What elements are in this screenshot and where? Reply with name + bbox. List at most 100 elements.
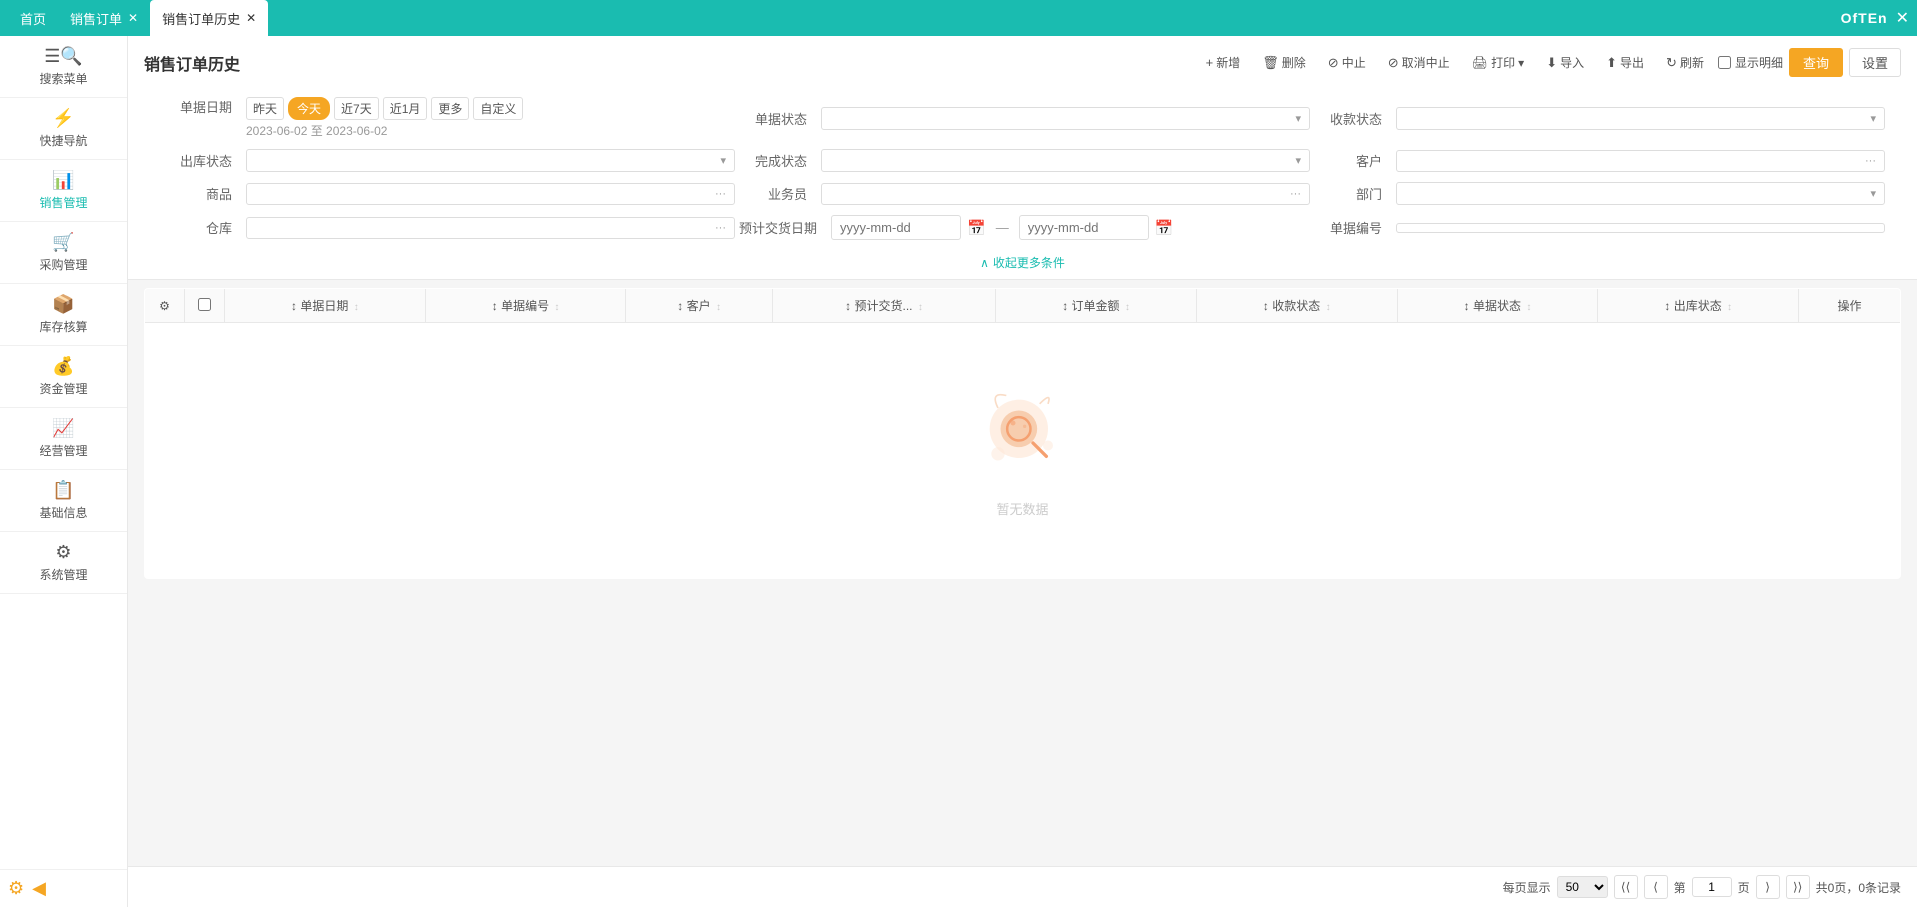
data-table: ⚙ ↕ 单据日期 ↕ ↕ 单据编号 ↕ ↕ 客户 ↕ ↕ 预计交货... ↕ ↕… bbox=[144, 288, 1901, 579]
last-page-button[interactable]: ⟩⟩ bbox=[1786, 875, 1810, 899]
tab-sales-order[interactable]: 销售订单 ✕ bbox=[58, 0, 150, 36]
sidebar-item-fund-mgmt[interactable]: 💰 资金管理 bbox=[0, 346, 127, 408]
empty-state-icon bbox=[973, 383, 1073, 483]
print-icon: 🖨 bbox=[1472, 55, 1489, 71]
sidebar-item-quick-nav-label: 快捷导航 bbox=[39, 132, 87, 149]
settings-button[interactable]: 设置 bbox=[1849, 48, 1901, 77]
purchase-mgmt-icon: 🛒 bbox=[52, 232, 74, 253]
order-status-select[interactable]: ▾ bbox=[821, 107, 1310, 130]
export-button[interactable]: ⬆ 导出 bbox=[1598, 50, 1652, 75]
calendar-from-icon[interactable]: 📅 bbox=[967, 219, 986, 237]
expected-delivery-from[interactable] bbox=[831, 215, 961, 240]
new-button[interactable]: + 新增 bbox=[1198, 50, 1249, 75]
date-btn-1month[interactable]: 近1月 bbox=[383, 97, 428, 120]
filter-area: 单据日期 昨天 今天 近7天 近1月 更多 自定义 2023-06-02 至 2… bbox=[144, 89, 1901, 279]
tab-home[interactable]: 销售订单历史 首页 bbox=[8, 0, 58, 36]
tab-sales-order-history[interactable]: 销售订单历史 ✕ bbox=[150, 0, 268, 36]
ops-mgmt-icon: 📈 bbox=[52, 418, 74, 439]
customer-select[interactable]: ··· bbox=[1396, 150, 1885, 172]
cancel-stop-button[interactable]: ⊘ 取消中止 bbox=[1380, 50, 1458, 75]
sidebar-item-inventory-check[interactable]: 📦 库存核算 bbox=[0, 284, 127, 346]
current-page-input[interactable] bbox=[1692, 877, 1732, 897]
th-order-no[interactable]: ↕ 单据编号 ↕ bbox=[425, 289, 626, 323]
top-bar: 销售订单历史 首页 销售订单 ✕ 销售订单历史 ✕ OfTEn ✕ bbox=[0, 0, 1917, 36]
next-page-button[interactable]: ⟩ bbox=[1756, 875, 1780, 899]
select-all-checkbox[interactable] bbox=[198, 298, 211, 311]
pay-status-select[interactable]: ▾ bbox=[1396, 107, 1885, 130]
delete-button[interactable]: 🗑 删除 bbox=[1254, 50, 1314, 75]
goods-dots-icon: ··· bbox=[715, 188, 726, 200]
customer-dots-icon: ··· bbox=[1865, 155, 1876, 167]
calendar-to-icon[interactable]: 📅 bbox=[1155, 219, 1174, 237]
close-window-button[interactable]: ✕ bbox=[1896, 8, 1909, 28]
sidebar-item-sales-mgmt[interactable]: 📊 销售管理 bbox=[0, 160, 127, 222]
salesperson-label: 业务员 bbox=[735, 184, 815, 203]
date-filter-control: 昨天 今天 近7天 近1月 更多 自定义 2023-06-02 至 2023-0… bbox=[246, 97, 523, 139]
complete-status-label: 完成状态 bbox=[735, 151, 815, 170]
sidebar-item-ops-mgmt[interactable]: 📈 经营管理 bbox=[0, 408, 127, 470]
search-menu-icon: ☰🔍 bbox=[44, 46, 83, 67]
close-tab-sales-order[interactable]: ✕ bbox=[128, 11, 138, 25]
main-layout: ☰🔍 搜索菜单 ⚡ 快捷导航 📊 销售管理 🛒 采购管理 📦 库存核算 💰 资金… bbox=[0, 36, 1917, 907]
query-button[interactable]: 查询 bbox=[1789, 48, 1843, 77]
date-btn-custom[interactable]: 自定义 bbox=[473, 97, 523, 120]
warehouse-dots-icon: ··· bbox=[715, 222, 726, 234]
display-detail-checkbox-label[interactable]: 显示明细 bbox=[1718, 54, 1783, 71]
dept-arrow-icon: ▾ bbox=[1870, 187, 1876, 200]
date-btn-today[interactable]: 今天 bbox=[288, 97, 330, 120]
th-order-status[interactable]: ↕ 单据状态 ↕ bbox=[1397, 289, 1598, 323]
first-page-button[interactable]: ⟨⟨ bbox=[1614, 875, 1638, 899]
prev-page-button[interactable]: ⟨ bbox=[1644, 875, 1668, 899]
sidebar-bottom: ⚙ ◀ bbox=[0, 869, 127, 907]
th-order-amount[interactable]: ↕ 订单金额 ↕ bbox=[996, 289, 1197, 323]
salesperson-select[interactable]: ··· bbox=[821, 183, 1310, 205]
sidebar-settings-icon[interactable]: ⚙ bbox=[8, 878, 24, 899]
sidebar-item-basic-info[interactable]: 📋 基础信息 bbox=[0, 470, 127, 532]
salesperson-dots-icon: ··· bbox=[1290, 188, 1301, 200]
th-out-stock-status[interactable]: ↕ 出库状态 ↕ bbox=[1598, 289, 1799, 323]
sys-mgmt-icon: ⚙ bbox=[55, 542, 71, 563]
table-header: ⚙ ↕ 单据日期 ↕ ↕ 单据编号 ↕ ↕ 客户 ↕ ↕ 预计交货... ↕ ↕… bbox=[145, 289, 1901, 323]
th-expected-delivery[interactable]: ↕ 预计交货... ↕ bbox=[772, 289, 995, 323]
sidebar-item-search-menu[interactable]: ☰🔍 搜索菜单 bbox=[0, 36, 127, 98]
toolbar: + 新增 🗑 删除 ⊘ 中止 ⊘ 取消中止 bbox=[1198, 48, 1901, 77]
complete-status-select[interactable]: ▾ bbox=[821, 149, 1310, 172]
out-stock-status-select[interactable]: ▾ bbox=[246, 149, 735, 172]
refresh-button[interactable]: ↻ 刷新 bbox=[1658, 50, 1712, 75]
goods-select[interactable]: ··· bbox=[246, 183, 735, 205]
page-size-select[interactable]: 10 20 50 100 bbox=[1557, 876, 1608, 898]
expected-delivery-to[interactable] bbox=[1019, 215, 1149, 240]
date-btn-7days[interactable]: 近7天 bbox=[334, 97, 379, 120]
warehouse-select[interactable]: ··· bbox=[246, 217, 735, 239]
date-btn-yesterday[interactable]: 昨天 bbox=[246, 97, 284, 120]
sidebar-collapse-icon[interactable]: ◀ bbox=[32, 878, 46, 899]
import-button[interactable]: ⬇ 导入 bbox=[1538, 50, 1592, 75]
print-button[interactable]: 🖨 打印 ▾ bbox=[1464, 50, 1533, 75]
export-icon: ⬆ bbox=[1606, 55, 1617, 71]
quick-nav-icon: ⚡ bbox=[52, 108, 74, 129]
th-pay-status[interactable]: ↕ 收款状态 ↕ bbox=[1196, 289, 1397, 323]
close-tab-sales-order-history[interactable]: ✕ bbox=[246, 11, 256, 25]
order-no-input[interactable] bbox=[1396, 223, 1885, 233]
collapse-filter-button[interactable]: ∧ 收起更多条件 bbox=[160, 250, 1885, 279]
sidebar-item-purchase-mgmt[interactable]: 🛒 采购管理 bbox=[0, 222, 127, 284]
th-date[interactable]: ↕ 单据日期 ↕ bbox=[225, 289, 426, 323]
sidebar-item-quick-nav[interactable]: ⚡ 快捷导航 bbox=[0, 98, 127, 160]
dept-select[interactable]: ▾ bbox=[1396, 182, 1885, 205]
collapse-arrow-icon: ∧ bbox=[980, 256, 989, 270]
content-area: 销售订单历史 + 新增 🗑 删除 ⊘ 中止 ⊘ bbox=[128, 36, 1917, 907]
display-detail-checkbox[interactable] bbox=[1718, 56, 1731, 69]
th-customer[interactable]: ↕ 客户 ↕ bbox=[626, 289, 772, 323]
sidebar-item-sys-mgmt[interactable]: ⚙ 系统管理 bbox=[0, 532, 127, 594]
expected-delivery-label: 预计交货日期 bbox=[735, 218, 825, 237]
page-title: 销售订单历史 bbox=[144, 51, 240, 75]
date-btn-more[interactable]: 更多 bbox=[431, 97, 469, 120]
stop-button[interactable]: ⊘ 中止 bbox=[1320, 50, 1374, 75]
page-header: 销售订单历史 + 新增 🗑 删除 ⊘ 中止 ⊘ bbox=[128, 36, 1917, 280]
sidebar-item-fund-mgmt-label: 资金管理 bbox=[39, 380, 87, 397]
th-settings[interactable]: ⚙ bbox=[145, 289, 185, 323]
sidebar-item-sys-mgmt-label: 系统管理 bbox=[39, 566, 87, 583]
date-quick-buttons: 昨天 今天 近7天 近1月 更多 自定义 bbox=[246, 97, 523, 120]
sidebar-item-search-menu-label: 搜索菜单 bbox=[39, 70, 87, 87]
th-checkbox[interactable] bbox=[185, 289, 225, 323]
